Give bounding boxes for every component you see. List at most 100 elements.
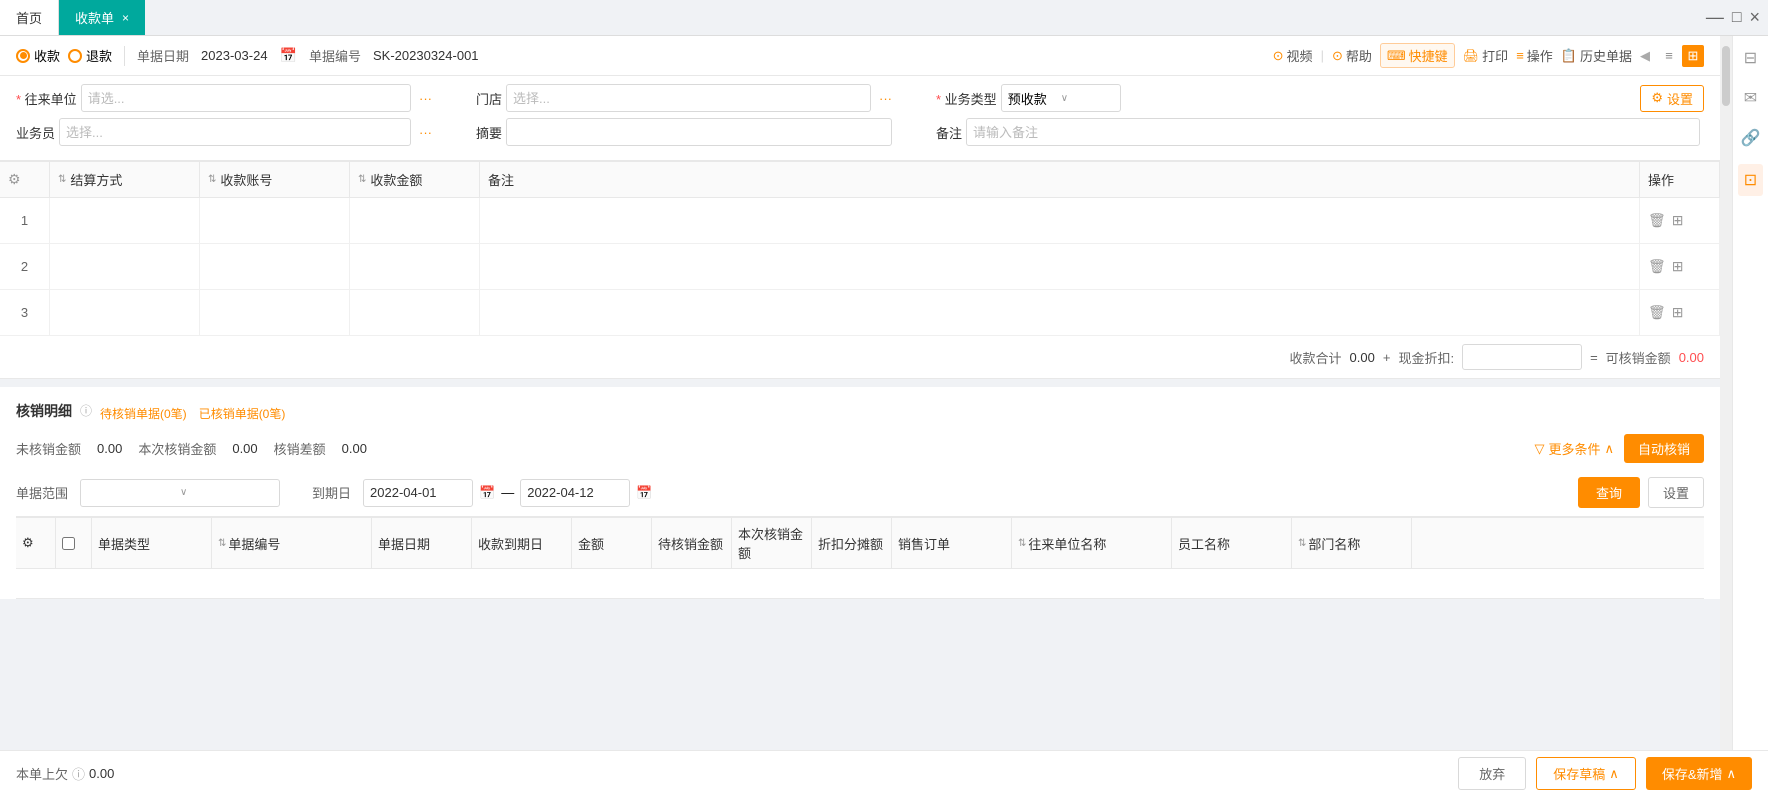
layout-grid-icon[interactable]: ⊞ [1682, 45, 1704, 67]
completed-tab[interactable]: 已核销单据(0笔) [199, 405, 286, 422]
doc-number-value: SK-20230324-001 [373, 48, 479, 63]
close-btn[interactable]: × [1749, 7, 1760, 28]
store-more-icon[interactable]: ··· [875, 91, 896, 106]
help-label: 帮助 [1346, 46, 1372, 65]
row-2-copy-icon[interactable]: ⊞ [1672, 258, 1684, 275]
row-1-action-icons: 🗑 ⊞ [1648, 212, 1684, 229]
row-2-delete-icon[interactable]: 🗑 [1648, 258, 1666, 275]
store-field: 门店 ··· [476, 84, 896, 112]
date-from-input[interactable] [363, 479, 473, 507]
shortcut-btn[interactable]: ⌨ 快捷键 [1380, 43, 1455, 68]
operation-btn[interactable]: ≡ 操作 [1516, 46, 1553, 65]
calendar-icon[interactable]: 📅 [280, 47, 297, 64]
store-input[interactable] [506, 84, 871, 112]
btcol-doc-number: ⇅ 单据编号 [212, 518, 372, 568]
remark-input[interactable] [966, 118, 1700, 146]
help-btn[interactable]: ⊙ 帮助 [1332, 46, 1372, 65]
right-panel-camera-icon[interactable]: ⊡ [1738, 164, 1763, 196]
radio-refund-circle [68, 49, 82, 63]
save-new-btn[interactable]: 保存&新增 ∧ [1646, 757, 1752, 790]
print-label: 打印 [1482, 46, 1508, 65]
print-btn[interactable]: 🖨 打印 [1463, 46, 1509, 65]
summary-input[interactable] [506, 118, 892, 146]
row-3-settlement[interactable] [50, 290, 200, 335]
layout-list-icon[interactable]: ≡ [1658, 45, 1680, 67]
subtotal-value: 0.00 [1350, 350, 1375, 365]
verifiable-value: 0.00 [1679, 350, 1704, 365]
row-1-amount[interactable] [350, 198, 480, 243]
radio-income[interactable]: 收款 [16, 46, 60, 65]
gear-icon[interactable]: ⚙ [8, 171, 21, 188]
right-panel-mail-icon[interactable]: ✉ [1740, 84, 1761, 112]
row-3-amount[interactable] [350, 290, 480, 335]
pending-tab[interactable]: 待核销单据(0笔) [100, 405, 187, 422]
tab-home[interactable]: 首页 [0, 0, 59, 35]
writeoff-settings-btn[interactable]: 设置 [1648, 477, 1704, 508]
counterpart-more-icon[interactable]: ··· [415, 91, 436, 106]
tab-receipt[interactable]: 收款单 × [59, 0, 145, 35]
filter-btns: 查询 设置 [1578, 477, 1704, 508]
row-1-remark[interactable] [480, 198, 1640, 243]
nav-prev-icon[interactable]: ◀ [1640, 48, 1650, 64]
col-settlement-method: ⇅ 结算方式 [50, 162, 200, 197]
row-3-copy-icon[interactable]: ⊞ [1672, 304, 1684, 321]
salesperson-input[interactable] [59, 118, 411, 146]
radio-refund[interactable]: 退款 [68, 46, 112, 65]
unverified-label: 未核销金额 [16, 439, 81, 458]
minimize-btn[interactable]: — [1706, 7, 1724, 28]
window-controls: — □ × [1706, 7, 1768, 28]
footer-info-icon[interactable]: ⓘ [72, 764, 85, 783]
date-range-inputs: 📅 — 📅 [363, 479, 652, 507]
counterpart-input[interactable] [81, 84, 411, 112]
select-all-checkbox[interactable] [62, 537, 75, 550]
date-range-select[interactable]: ∨ [80, 479, 280, 507]
row-1-delete-icon[interactable]: 🗑 [1648, 212, 1666, 229]
business-type-select[interactable]: 预收款 ∨ [1001, 84, 1121, 112]
row-2-action-icons: 🗑 ⊞ [1648, 258, 1684, 275]
salesperson-more-icon[interactable]: ··· [415, 125, 436, 140]
divider-1 [124, 46, 125, 66]
row-3-account[interactable] [200, 290, 350, 335]
row-2-account[interactable] [200, 244, 350, 289]
discount-input[interactable] [1462, 344, 1582, 370]
verifiable-label: 可核销金额 [1606, 348, 1671, 367]
scroll-indicator [1720, 36, 1732, 750]
calendar-from-icon[interactable]: 📅 [479, 485, 495, 501]
current-writeoff-label: 本次核销金额 [138, 439, 216, 458]
auto-writeoff-btn[interactable]: 自动核销 [1624, 434, 1704, 463]
calendar-to-icon[interactable]: 📅 [636, 485, 652, 501]
settings-button[interactable]: ⚙ 设置 [1640, 85, 1704, 112]
row-3-delete-icon[interactable]: 🗑 [1648, 304, 1666, 321]
more-conditions-btn[interactable]: ▽ 更多条件 ∧ [1534, 439, 1614, 458]
row-3-remark[interactable] [480, 290, 1640, 335]
btcol-counterpart: ⇅ 往来单位名称 [1012, 518, 1172, 568]
btcol-sales-order: 销售订单 [892, 518, 1012, 568]
row-1-account[interactable] [200, 198, 350, 243]
right-panel-table-icon[interactable]: ⊟ [1740, 44, 1761, 72]
summary-row: 收款合计 0.00 + 现金折扣: = 可核销金额 0.00 [0, 336, 1720, 379]
tab-receipt-close[interactable]: × [122, 11, 129, 25]
doc-date-value: 2023-03-24 [201, 48, 268, 63]
table-row: 1 🗑 ⊞ [0, 198, 1720, 244]
row-2-remark[interactable] [480, 244, 1640, 289]
business-type-label: 业务类型 [936, 89, 997, 108]
video-btn[interactable]: ⊙ 视频 [1273, 46, 1313, 65]
date-to-input[interactable] [520, 479, 630, 507]
row-1-copy-icon[interactable]: ⊞ [1672, 212, 1684, 229]
btcol-checkbox[interactable] [56, 518, 92, 568]
query-btn[interactable]: 查询 [1578, 477, 1640, 508]
row-2-settlement[interactable] [50, 244, 200, 289]
row-1-settlement[interactable] [50, 198, 200, 243]
right-panel-link-icon[interactable]: 🔗 [1737, 124, 1765, 152]
btcol-gear[interactable]: ⚙ [16, 518, 56, 568]
row-2-amount[interactable] [350, 244, 480, 289]
filter-icon: ▽ [1534, 441, 1544, 457]
history-btn[interactable]: 📋 历史单据 [1561, 46, 1632, 65]
discard-btn[interactable]: 放弃 [1458, 757, 1526, 790]
maximize-btn[interactable]: □ [1732, 9, 1742, 27]
writeoff-info-icon[interactable]: ⓘ [80, 402, 92, 419]
scroll-thumb[interactable] [1722, 46, 1730, 106]
tab-home-label: 首页 [16, 8, 42, 27]
form-row-1: 往来单位 ··· 门店 ··· 业务类型 预收款 ∨ ··· ⚙ [16, 84, 1704, 112]
save-draft-btn[interactable]: 保存草稿 ∧ [1536, 757, 1636, 790]
